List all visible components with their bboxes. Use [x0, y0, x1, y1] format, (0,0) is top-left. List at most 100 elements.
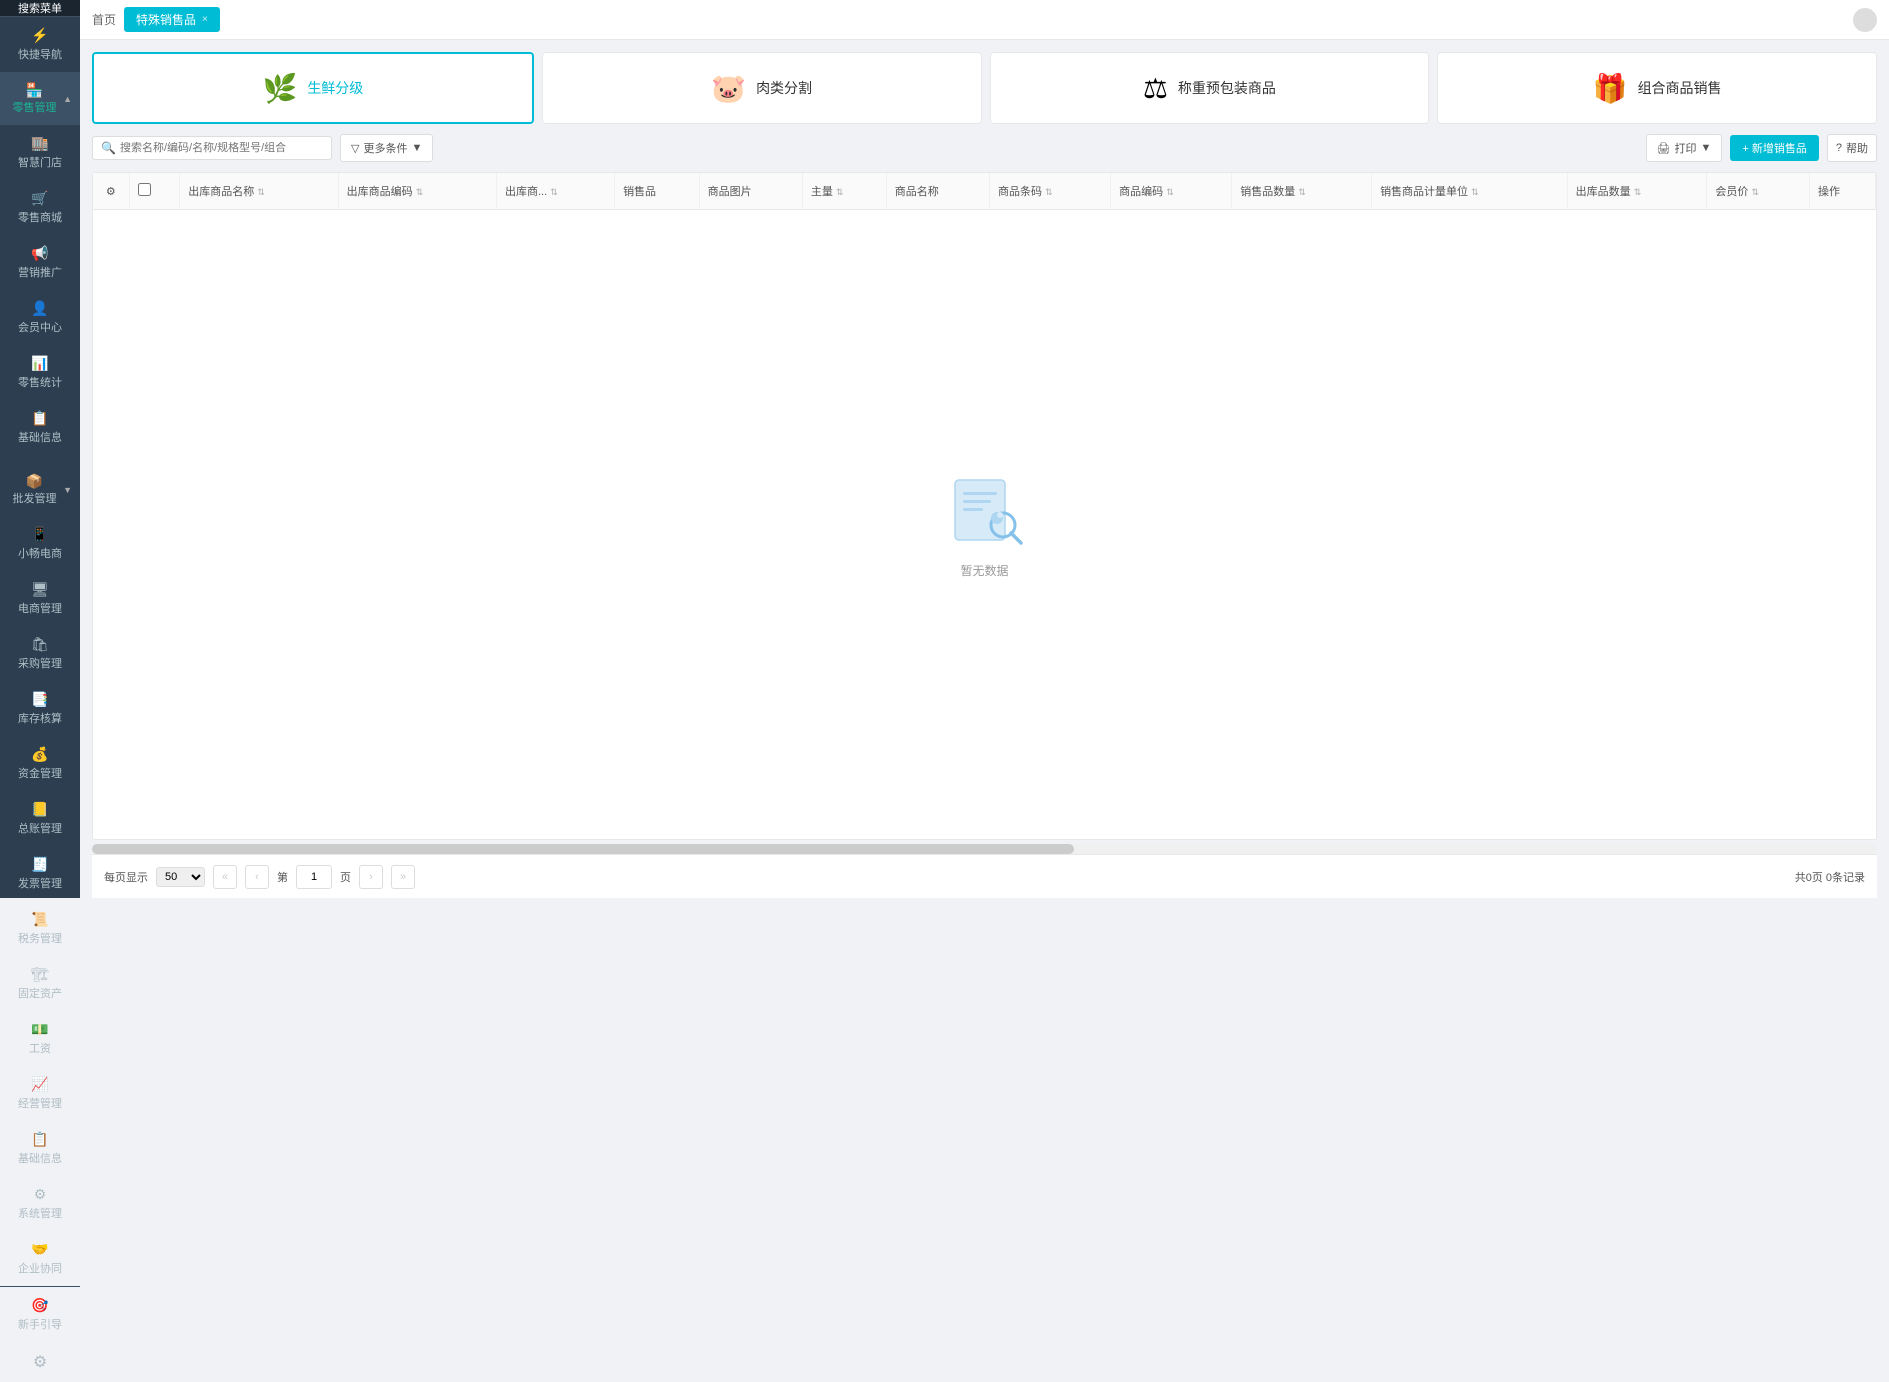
sidebar-item-smart-store[interactable]: 🏬 智慧门店	[0, 125, 80, 180]
page-label: 第	[277, 869, 288, 885]
sort-barcode-icon: ⇅	[1045, 187, 1053, 197]
col-operations: 操作	[1809, 173, 1875, 210]
sidebar-item-system[interactable]: ⚙ 系统管理	[0, 1176, 80, 1231]
horizontal-scrollbar[interactable]	[92, 844, 1877, 854]
help-button[interactable]: ? 帮助	[1827, 134, 1877, 162]
sidebar-label-purchase: 采购管理	[18, 655, 62, 671]
table-container: ⚙ 出库商品名称 ⇅ 出库商品编码 ⇅	[92, 172, 1877, 840]
last-page-button[interactable]: »	[391, 865, 415, 889]
sidebar-item-quick-nav[interactable]: ⚡ 快捷导航	[0, 17, 80, 72]
wholesale-mgmt-icon: 📦	[26, 473, 43, 490]
sidebar-item-wholesale-mgmt[interactable]: 📦 批发管理 ▼	[0, 463, 80, 516]
basic-info2-icon: 📋	[31, 1131, 48, 1148]
col-main-weight[interactable]: 主量 ⇅	[802, 173, 886, 210]
sidebar-label-fixed-assets: 固定资产	[18, 985, 62, 1001]
sidebar-item-basic-info[interactable]: 📋 基础信息	[0, 400, 80, 455]
sidebar-item-retail-stats[interactable]: 📊 零售统计	[0, 345, 80, 400]
purchase-icon: 🛍	[31, 636, 49, 653]
sidebar-item-sales-promo[interactable]: 📢 营销推广	[0, 235, 80, 290]
topbar-active-tab[interactable]: 特殊销售品 ×	[124, 7, 220, 32]
sidebar-item-corp[interactable]: 🤝 企业协同	[0, 1231, 80, 1286]
sidebar-item-ecommerce[interactable]: 🖥 电商管理	[0, 571, 80, 626]
ecommerce-icon: 🖥	[31, 581, 49, 598]
sidebar-item-invoice[interactable]: 🧾 发票管理	[0, 846, 80, 901]
topbar-user-avatar[interactable]	[1853, 8, 1877, 32]
col-outlet-spec[interactable]: 出库商... ⇅	[497, 173, 615, 210]
page-number-input[interactable]	[296, 865, 332, 889]
prev-page-button[interactable]: ‹	[245, 865, 269, 889]
col-product-image[interactable]: 商品图片	[699, 173, 802, 210]
search-icon: 🔍	[101, 141, 116, 155]
tab-card-meat-cut-label: 肉类分割	[756, 78, 812, 98]
sidebar-item-basic-info2[interactable]: 📋 基础信息	[0, 1121, 80, 1176]
sidebar-item-ops-mgmt[interactable]: 📈 经营管理	[0, 1066, 80, 1121]
next-page-icon: ›	[369, 871, 373, 883]
topbar-home-link[interactable]: 首页	[92, 11, 116, 28]
search-box[interactable]: 🔍	[92, 136, 332, 160]
col-checkbox[interactable]	[129, 173, 180, 210]
sidebar-item-mini-app[interactable]: 📱 小畅电商	[0, 516, 80, 571]
sidebar-label-retail-mgmt: 零售管理	[13, 99, 57, 115]
sort-main-weight-icon: ⇅	[836, 187, 844, 197]
tab-card-fresh-grade-label: 生鲜分级	[307, 78, 363, 98]
sidebar-item-inventory[interactable]: 📑 库存核算	[0, 681, 80, 736]
sidebar-item-general-ledger[interactable]: 📒 总账管理	[0, 791, 80, 846]
sidebar-gear-button[interactable]: ⚙	[0, 1342, 80, 1382]
col-barcode[interactable]: 商品条码 ⇅	[989, 173, 1110, 210]
retail-mgmt-arrow: ▲	[63, 94, 72, 104]
per-page-label: 每页显示	[104, 869, 148, 885]
sidebar-item-newbie[interactable]: 🎯 新手引导	[0, 1287, 80, 1342]
col-product-code[interactable]: 商品编码 ⇅	[1111, 173, 1232, 210]
filter-label: 更多条件	[363, 140, 407, 156]
sidebar-item-purchase[interactable]: 🛍 采购管理	[0, 626, 80, 681]
tab-card-fresh-grade[interactable]: 🌿 生鲜分级	[92, 52, 534, 124]
tab-card-combo-sales-label: 组合商品销售	[1638, 78, 1722, 98]
col-outlet-qty[interactable]: 出库品数量 ⇅	[1567, 173, 1707, 210]
sidebar-item-retail-mall[interactable]: 🛒 零售商城	[0, 180, 80, 235]
sidebar-label-quick-nav: 快捷导航	[18, 46, 62, 62]
mini-app-icon: 📱	[31, 526, 48, 543]
col-settings[interactable]: ⚙	[93, 173, 129, 210]
sidebar-label-general-ledger: 总账管理	[18, 820, 62, 836]
main-content: 首页 特殊销售品 × 🌿 生鲜分级 🐷 肉类分割 ⚖ 称重预包装商品	[80, 0, 1889, 898]
next-page-button[interactable]: ›	[359, 865, 383, 889]
page-content: 🌿 生鲜分级 🐷 肉类分割 ⚖ 称重预包装商品 🎁 组合商品销售 🔍	[80, 40, 1889, 898]
sidebar-label-wages: 工资	[29, 1040, 51, 1056]
tab-card-combo-sales[interactable]: 🎁 组合商品销售	[1437, 52, 1877, 124]
col-outlet-code[interactable]: 出库商品编码 ⇅	[338, 173, 496, 210]
search-input[interactable]	[120, 142, 323, 154]
tab-card-weight-prepack[interactable]: ⚖ 称重预包装商品	[990, 52, 1430, 124]
sidebar-search[interactable]: 搜索菜单	[0, 0, 80, 17]
topbar-tab-close[interactable]: ×	[202, 14, 208, 25]
sidebar-item-finance[interactable]: 💰 资金管理	[0, 736, 80, 791]
sidebar-item-wages[interactable]: 💵 工资	[0, 1011, 80, 1066]
topbar-tab-label: 特殊销售品	[136, 11, 196, 28]
sidebar-item-member-center[interactable]: 👤 会员中心	[0, 290, 80, 345]
filter-button[interactable]: ▽ 更多条件 ▼	[340, 134, 433, 162]
corp-icon: 🤝	[31, 1241, 48, 1258]
scroll-thumb[interactable]	[92, 844, 1074, 854]
col-member-price[interactable]: 会员价 ⇅	[1707, 173, 1810, 210]
print-button[interactable]: 🖨 打印 ▼	[1646, 134, 1723, 162]
sort-outlet-qty-icon: ⇅	[1634, 187, 1642, 197]
print-label: 打印	[1675, 140, 1697, 156]
new-item-button[interactable]: + 新增销售品	[1730, 135, 1818, 161]
first-page-button[interactable]: «	[213, 865, 237, 889]
per-page-select[interactable]: 50 10 20 100	[156, 867, 205, 887]
sidebar-item-tax[interactable]: 📜 税务管理	[0, 901, 80, 956]
sidebar-label-ops-mgmt: 经营管理	[18, 1095, 62, 1111]
col-sales-item[interactable]: 销售品	[615, 173, 700, 210]
tab-card-weight-prepack-label: 称重预包装商品	[1178, 78, 1276, 98]
meat-cut-icon: 🐷	[711, 72, 746, 105]
sidebar-item-retail-mgmt[interactable]: 🏪 零售管理 ▲	[0, 72, 80, 125]
help-label: 帮助	[1846, 140, 1868, 156]
select-all-checkbox[interactable]	[138, 183, 151, 196]
col-product-name[interactable]: 商品名称	[886, 173, 989, 210]
col-outlet-name[interactable]: 出库商品名称 ⇅	[180, 173, 338, 210]
newbie-icon: 🎯	[31, 1297, 48, 1314]
sidebar-item-fixed-assets[interactable]: 🏗 固定资产	[0, 956, 80, 1011]
col-sales-unit[interactable]: 销售商品计量单位 ⇅	[1372, 173, 1568, 210]
inventory-icon: 📑	[31, 691, 48, 708]
col-sales-qty[interactable]: 销售品数量 ⇅	[1232, 173, 1372, 210]
tab-card-meat-cut[interactable]: 🐷 肉类分割	[542, 52, 982, 124]
